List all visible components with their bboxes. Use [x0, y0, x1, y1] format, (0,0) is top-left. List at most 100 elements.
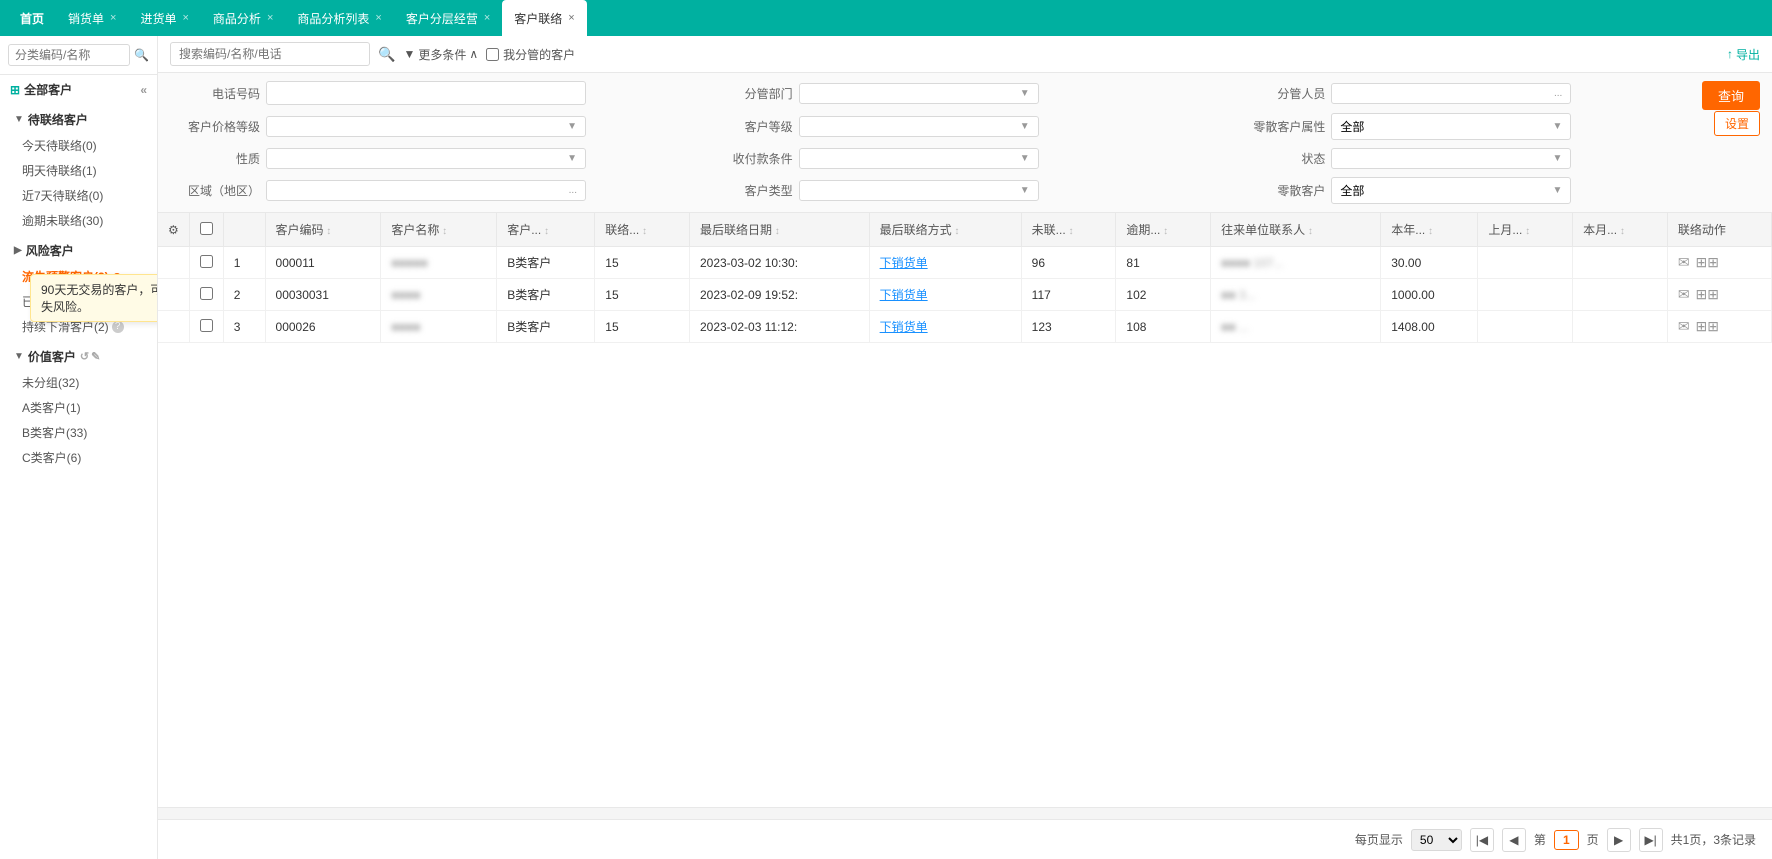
- scatter-customer-select[interactable]: 全部 ▼: [1331, 177, 1571, 204]
- scatter-attr-select[interactable]: 全部 ▼: [1331, 113, 1571, 140]
- select-all-checkbox[interactable]: [200, 222, 213, 235]
- phone-input[interactable]: [266, 81, 586, 105]
- sidebar-item-today[interactable]: 今天待联络(0): [0, 133, 157, 158]
- close-customer-contact-tab[interactable]: ×: [568, 12, 574, 24]
- more-conditions-button[interactable]: ▼ 更多条件 ∧: [403, 46, 478, 63]
- sidebar-item-ungrouped[interactable]: 未分组(32): [0, 370, 157, 395]
- row3-contact-person: ■■ ...: [1211, 311, 1381, 343]
- row2-actions: ✉ ⊞⊞: [1667, 279, 1771, 311]
- row2-index: 2: [223, 279, 265, 311]
- group-risk-header[interactable]: ▶ 风险客户: [0, 237, 157, 264]
- price-grade-select[interactable]: ▼: [266, 116, 586, 137]
- sidebar-item-c-class[interactable]: C类客户(6): [0, 445, 157, 470]
- close-analysis-tab[interactable]: ×: [267, 12, 273, 24]
- group-pending-header[interactable]: ▼ 待联络客户: [0, 106, 157, 133]
- nav-tab-purchase[interactable]: 进货单 ×: [128, 0, 200, 36]
- region-select[interactable]: ...: [266, 180, 586, 201]
- sidebar-item-tomorrow[interactable]: 明天待联络(1): [0, 158, 157, 183]
- page-size-select[interactable]: 50 20 100: [1411, 829, 1462, 851]
- query-button[interactable]: 查询: [1702, 81, 1760, 110]
- row3-not-contacted: 123: [1021, 311, 1116, 343]
- search-input[interactable]: [170, 42, 370, 66]
- status-label: 状态: [1235, 150, 1325, 167]
- main-layout: 🔍 ⊞ 全部客户 « ▼ 待联络客户 今天待联络(0) 明天待联络(1) 近7天…: [0, 36, 1772, 859]
- nav-tab-analysis[interactable]: 商品分析 ×: [201, 0, 285, 36]
- close-customer-segment-tab[interactable]: ×: [484, 12, 490, 24]
- row1-contact: 15: [595, 247, 690, 279]
- filter-icon: ▼: [403, 47, 415, 61]
- row1-contact-way-link[interactable]: 下销货单: [880, 256, 928, 270]
- close-purchase-tab[interactable]: ×: [182, 12, 188, 24]
- search-button[interactable]: 🔍: [378, 46, 395, 63]
- scatter-customer-label: 零散客户: [1235, 182, 1325, 199]
- row1-message-icon[interactable]: ✉: [1678, 254, 1690, 271]
- this-month-column-header[interactable]: 本月...: [1573, 213, 1668, 247]
- settings-button[interactable]: 设置: [1714, 111, 1760, 136]
- code-column-header[interactable]: 客户编码: [265, 213, 381, 247]
- type-column-header[interactable]: 客户...: [497, 213, 595, 247]
- last-contact-date-column-header[interactable]: 最后联络日期: [689, 213, 869, 247]
- my-customers-filter[interactable]: 我分管的客户: [486, 46, 575, 63]
- row2-checkbox[interactable]: [200, 287, 213, 300]
- nav-tab-analysis-list[interactable]: 商品分析列表 ×: [285, 0, 393, 36]
- row3-contact-way-link[interactable]: 下销货单: [880, 320, 928, 334]
- first-page-button[interactable]: |◀: [1470, 828, 1494, 852]
- row2-more-icon[interactable]: ⊞⊞: [1696, 286, 1719, 303]
- export-button[interactable]: ↑ 导出: [1727, 46, 1760, 63]
- data-table: ⚙ 客户编码 客户名称 客户... 联络... 最后联络日期 最后联络方式 未联…: [158, 213, 1772, 343]
- last-month-column-header[interactable]: 上月...: [1478, 213, 1573, 247]
- actions-column-header: 联络动作: [1667, 213, 1771, 247]
- row3-checkbox[interactable]: [200, 319, 213, 332]
- next-page-button[interactable]: ▶: [1607, 828, 1631, 852]
- sidebar-item-overdue[interactable]: 逾期未联络(30): [0, 208, 157, 233]
- overdue-column-header[interactable]: 逾期...: [1116, 213, 1211, 247]
- customer-grade-select[interactable]: ▼: [799, 116, 1039, 137]
- nav-tab-home[interactable]: 首页: [8, 0, 56, 36]
- dept-select[interactable]: ▼: [799, 83, 1039, 104]
- name-column-header[interactable]: 客户名称: [381, 213, 497, 247]
- sidebar-item-7days[interactable]: 近7天待联络(0): [0, 183, 157, 208]
- contact-column-header[interactable]: 联络...: [595, 213, 690, 247]
- sidebar-item-b-class[interactable]: B类客户(33): [0, 420, 157, 445]
- close-sales-tab[interactable]: ×: [110, 12, 116, 24]
- all-customers-header[interactable]: ⊞ 全部客户 «: [0, 75, 157, 104]
- last-contact-way-column-header[interactable]: 最后联络方式: [869, 213, 1021, 247]
- horizontal-scrollbar[interactable]: [158, 807, 1772, 819]
- row1-index: 1: [223, 247, 265, 279]
- row2-message-icon[interactable]: ✉: [1678, 286, 1690, 303]
- current-year-column-header[interactable]: 本年...: [1381, 213, 1478, 247]
- nav-tab-sales[interactable]: 销货单 ×: [56, 0, 128, 36]
- close-analysis-list-tab[interactable]: ×: [375, 12, 381, 24]
- payment-label: 收付款条件: [703, 150, 793, 167]
- edit-icon[interactable]: ✎: [91, 350, 100, 363]
- filter-unit-customer-type: 客户类型 ▼: [703, 180, 1228, 201]
- payment-select[interactable]: ▼: [799, 148, 1039, 169]
- row3-name: ■■■■: [381, 311, 497, 343]
- status-select[interactable]: ▼: [1331, 148, 1571, 169]
- last-page-button[interactable]: ▶|: [1639, 828, 1663, 852]
- nav-tab-customer-contact[interactable]: 客户联络 ×: [502, 0, 586, 36]
- sidebar-search-input[interactable]: [8, 44, 130, 66]
- row1-checkbox[interactable]: [200, 255, 213, 268]
- nav-tab-customer-segment[interactable]: 客户分层经营 ×: [394, 0, 502, 36]
- customer-type-select[interactable]: ▼: [799, 180, 1039, 201]
- my-customers-checkbox[interactable]: [486, 48, 499, 61]
- settings-column-header[interactable]: ⚙: [158, 213, 189, 247]
- churn-tooltip: 90天无交易的客户，可能有流失风险。: [30, 274, 158, 322]
- prev-page-button[interactable]: ◀: [1502, 828, 1526, 852]
- checkbox-column-header[interactable]: [189, 213, 223, 247]
- nature-arrow-icon: ▼: [567, 153, 577, 164]
- manager-select[interactable]: ...: [1331, 83, 1571, 104]
- row3-more-icon[interactable]: ⊞⊞: [1696, 318, 1719, 335]
- row1-current-year: 30.00: [1381, 247, 1478, 279]
- row3-message-icon[interactable]: ✉: [1678, 318, 1690, 335]
- not-contacted-column-header[interactable]: 未联...: [1021, 213, 1116, 247]
- refresh-icon[interactable]: ↺: [80, 350, 89, 363]
- nature-select[interactable]: ▼: [266, 148, 586, 169]
- window-close-button[interactable]: ✕: [1749, 420, 1762, 440]
- row1-more-icon[interactable]: ⊞⊞: [1696, 254, 1719, 271]
- row2-contact-way-link[interactable]: 下销货单: [880, 288, 928, 302]
- contact-person-column-header[interactable]: 往来单位联系人: [1211, 213, 1381, 247]
- sidebar-item-a-class[interactable]: A类客户(1): [0, 395, 157, 420]
- group-value-header[interactable]: ▼ 价值客户 ↺ ✎: [0, 343, 157, 370]
